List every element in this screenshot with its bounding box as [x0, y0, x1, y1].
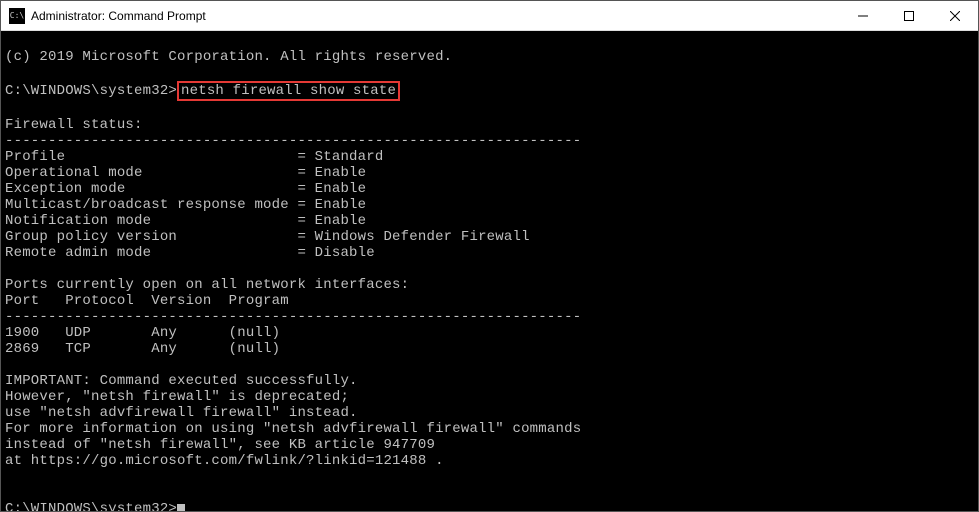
prompt-path: C:\WINDOWS\system32>	[5, 83, 177, 99]
window-title: Administrator: Command Prompt	[31, 9, 206, 23]
titlebar[interactable]: C:\ Administrator: Command Prompt	[1, 1, 978, 31]
status-row-gpversion: Group policy version = Windows Defender …	[5, 229, 530, 245]
highlighted-command: netsh firewall show state	[177, 81, 400, 101]
prompt-path-2: C:\WINDOWS\system32>	[5, 501, 177, 511]
status-row-notifmode: Notification mode = Enable	[5, 213, 366, 229]
cursor	[177, 504, 185, 511]
important-line-5: instead of "netsh firewall", see KB arti…	[5, 437, 435, 453]
status-header: Firewall status:	[5, 117, 143, 133]
close-button[interactable]	[932, 1, 978, 31]
important-line-3: use "netsh advfirewall firewall" instead…	[5, 405, 358, 421]
ports-row-2: 2869 TCP Any (null)	[5, 341, 280, 357]
minimize-button[interactable]	[840, 1, 886, 31]
close-icon	[950, 11, 960, 21]
ports-row-1: 1900 UDP Any (null)	[5, 325, 280, 341]
maximize-button[interactable]	[886, 1, 932, 31]
copyright-line: (c) 2019 Microsoft Corporation. All righ…	[5, 49, 452, 65]
important-line-6: at https://go.microsoft.com/fwlink/?link…	[5, 453, 444, 469]
ports-columns: Port Protocol Version Program	[5, 293, 289, 309]
divider-line: ----------------------------------------…	[5, 133, 581, 149]
divider-line-2: ----------------------------------------…	[5, 309, 581, 325]
status-row-excmode: Exception mode = Enable	[5, 181, 366, 197]
minimize-icon	[858, 11, 868, 21]
console-area[interactable]: (c) 2019 Microsoft Corporation. All righ…	[1, 31, 978, 511]
status-row-remoteadmin: Remote admin mode = Disable	[5, 245, 375, 261]
maximize-icon	[904, 11, 914, 21]
important-line-1: IMPORTANT: Command executed successfully…	[5, 373, 358, 389]
status-row-opmode: Operational mode = Enable	[5, 165, 366, 181]
cmd-icon: C:\	[9, 8, 25, 24]
status-row-mbmode: Multicast/broadcast response mode = Enab…	[5, 197, 366, 213]
ports-header: Ports currently open on all network inte…	[5, 277, 409, 293]
important-line-4: For more information on using "netsh adv…	[5, 421, 581, 437]
status-row-profile: Profile = Standard	[5, 149, 383, 165]
important-line-2: However, "netsh firewall" is deprecated;	[5, 389, 349, 405]
